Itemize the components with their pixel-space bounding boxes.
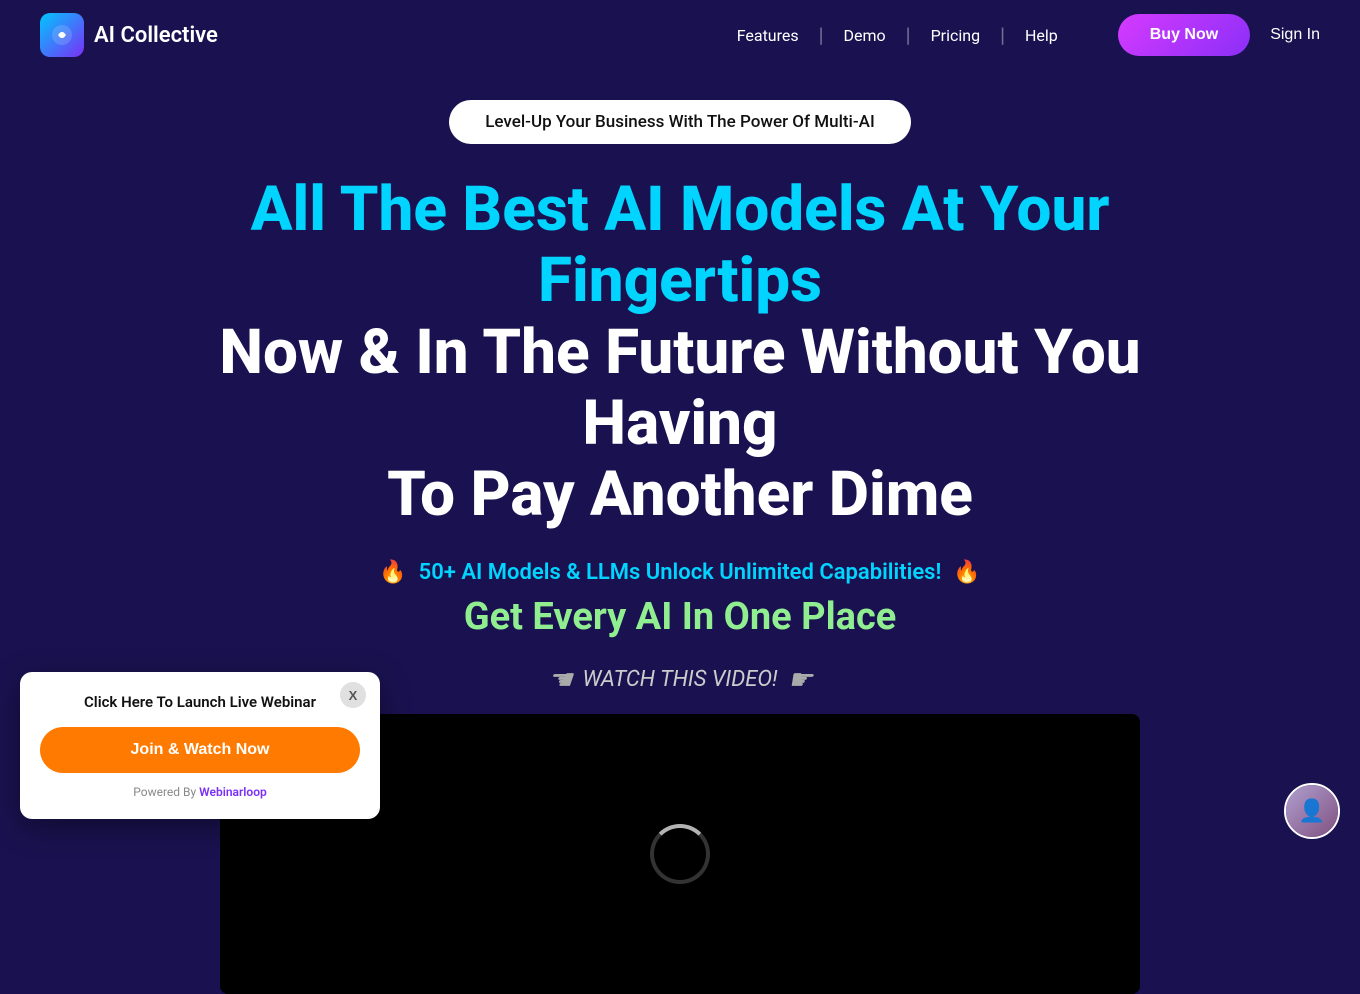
logo-icon bbox=[40, 13, 84, 57]
avatar-bubble[interactable]: 👤 bbox=[1284, 783, 1340, 839]
nav-links: Features | Demo | Pricing | Help bbox=[717, 23, 1078, 47]
watch-label-text: WATCH THIS VIDEO! bbox=[582, 667, 777, 692]
fire-emoji-left: 🔥 bbox=[379, 560, 406, 585]
fire-text-content: 50+ AI Models & LLMs Unlock Unlimited Ca… bbox=[419, 560, 942, 585]
hero-title-line2: Now & In The Future Without You Having bbox=[219, 316, 1140, 460]
popup-title: Click Here To Launch Live Webinar bbox=[40, 692, 360, 713]
powered-by: Powered By Webinarloop bbox=[40, 785, 360, 799]
loading-spinner bbox=[650, 824, 710, 884]
avatar-icon: 👤 bbox=[1286, 785, 1338, 837]
webinar-popup: X Click Here To Launch Live Webinar Join… bbox=[20, 672, 380, 819]
sign-in-button[interactable]: Sign In bbox=[1270, 26, 1320, 44]
hero-section: Level-Up Your Business With The Power Of… bbox=[0, 70, 1360, 994]
arrow-left-icon: ☚ bbox=[547, 663, 572, 696]
fire-text-block: 🔥 50+ AI Models & LLMs Unlock Unlimited … bbox=[379, 560, 981, 585]
logo-area[interactable]: AI Collective bbox=[40, 13, 218, 57]
nav-pricing[interactable]: Pricing bbox=[911, 26, 1001, 45]
watch-label-area: ☚ WATCH THIS VIDEO! ☛ bbox=[547, 663, 812, 696]
hero-badge: Level-Up Your Business With The Power Of… bbox=[449, 100, 911, 144]
nav-features[interactable]: Features bbox=[717, 26, 819, 45]
buy-now-button[interactable]: Buy Now bbox=[1118, 14, 1250, 56]
logo-text: AI Collective bbox=[94, 23, 218, 48]
hero-title: All The Best AI Models At Your Fingertip… bbox=[130, 174, 1230, 530]
hero-title-line1: All The Best AI Models At Your Fingertip… bbox=[251, 173, 1110, 317]
navigation: AI Collective Features | Demo | Pricing … bbox=[0, 0, 1360, 70]
tagline: Get Every AI In One Place bbox=[464, 595, 897, 639]
nav-demo[interactable]: Demo bbox=[824, 26, 906, 45]
fire-emoji-right: 🔥 bbox=[953, 560, 980, 585]
nav-help[interactable]: Help bbox=[1005, 26, 1078, 45]
arrow-right-icon: ☛ bbox=[788, 663, 813, 696]
popup-close-button[interactable]: X bbox=[340, 682, 366, 708]
hero-title-line3: To Pay Another Dime bbox=[387, 458, 973, 531]
webinarloop-link[interactable]: Webinarloop bbox=[199, 785, 267, 799]
join-watch-button[interactable]: Join & Watch Now bbox=[40, 727, 360, 773]
